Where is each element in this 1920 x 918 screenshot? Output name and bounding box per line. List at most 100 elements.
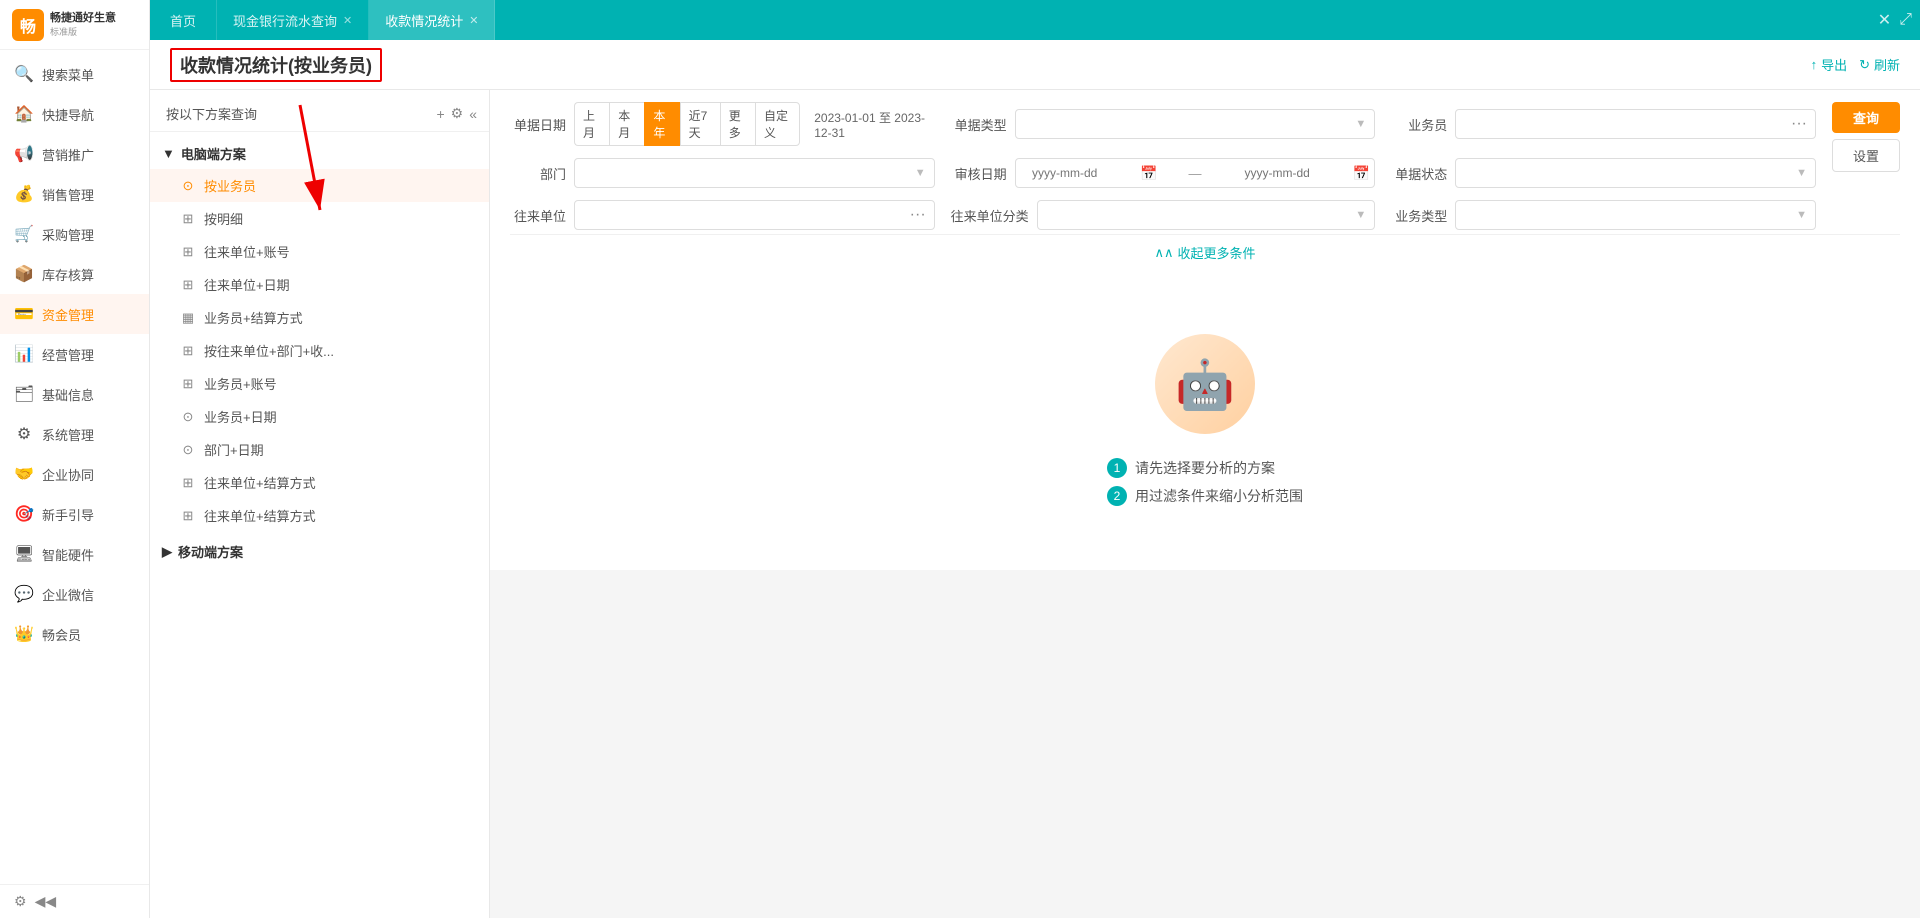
- scheme-item-label-0-8: 部门+日期: [204, 440, 264, 459]
- tab-close-1[interactable]: ✕: [343, 14, 352, 27]
- partner-category-select[interactable]: ▼: [1037, 200, 1376, 230]
- sidebar-item-4[interactable]: 🛒采购管理: [0, 214, 149, 254]
- tab-close-2[interactable]: ✕: [469, 14, 478, 27]
- sidebar-item-12[interactable]: 🖥智能硬件: [0, 534, 149, 574]
- nav-icon-0: 🔍: [14, 64, 34, 84]
- sidebar-item-2[interactable]: 📢营销推广: [0, 134, 149, 174]
- group-arrow-0: ▼: [162, 146, 175, 161]
- add-scheme-button[interactable]: +: [436, 106, 444, 122]
- nav-icon-12: 🖥: [14, 544, 34, 564]
- logo-area: 畅 畅捷通好生意 标准版: [0, 0, 149, 50]
- scheme-group-1: ▶移动端方案: [150, 534, 489, 569]
- group-arrow-1: ▶: [162, 544, 172, 560]
- refresh-button[interactable]: ↻ 刷新: [1859, 55, 1900, 74]
- date-tab-自定义[interactable]: 自定义: [755, 102, 800, 146]
- salesperson-select[interactable]: ···: [1455, 109, 1816, 139]
- audit-date-to[interactable]: [1232, 166, 1322, 180]
- biz-type-select[interactable]: ▼: [1455, 200, 1816, 230]
- scheme-item-label-0-3: 往来单位+日期: [204, 275, 290, 294]
- scheme-group-header-0[interactable]: ▼电脑端方案: [150, 138, 489, 169]
- scheme-item-0-8[interactable]: ⊙部门+日期: [150, 433, 489, 466]
- date-tab-本月[interactable]: 本月: [609, 102, 644, 146]
- scheme-item-0-2[interactable]: ⊞ 往来单位+账号: [150, 235, 489, 268]
- collapse-panel-button[interactable]: «: [469, 106, 477, 122]
- sidebar-item-7[interactable]: 📊经营管理: [0, 334, 149, 374]
- biz-type-filter-item: 业务类型 ▼: [1391, 200, 1816, 230]
- audit-date-from[interactable]: [1020, 166, 1110, 180]
- date-tab-上月[interactable]: 上月: [574, 102, 609, 146]
- scheme-item-icon-0-9: ⊞: [180, 475, 196, 491]
- scheme-item-icon-0-1: ⊞: [180, 211, 196, 227]
- sidebar-item-9[interactable]: ⚙系统管理: [0, 414, 149, 454]
- maximize-window-icon[interactable]: ⤢: [1899, 11, 1912, 29]
- export-icon: ↑: [1811, 57, 1818, 72]
- scheme-item-0-10[interactable]: ⊞往来单位+结算方式: [150, 499, 489, 532]
- sidebar-item-11[interactable]: 🎯新手引导: [0, 494, 149, 534]
- scheme-item-label-0-9: 往来单位+结算方式: [204, 473, 316, 492]
- scheme-item-label-0-1: 按明细: [204, 209, 243, 228]
- settings-bottom-icon[interactable]: ⚙: [14, 893, 27, 910]
- filter-fields: 单据日期 上月本月本年近7天更多自定义 2023-01-01 至 2023-12…: [510, 102, 1816, 230]
- query-button[interactable]: 查询: [1832, 102, 1900, 133]
- scheme-item-icon-0-2: ⊞: [180, 244, 196, 260]
- nav-label-11: 新手引导: [42, 505, 94, 524]
- export-button[interactable]: ↑ 导出: [1811, 55, 1848, 74]
- doc-type-select[interactable]: ▼: [1015, 109, 1376, 139]
- doc-status-arrow: ▼: [1796, 167, 1807, 179]
- scheme-item-0-3[interactable]: ⊞往来单位+日期: [150, 268, 489, 301]
- sidebar-item-10[interactable]: 🤝企业协同: [0, 454, 149, 494]
- close-window-icon[interactable]: ✕: [1878, 10, 1891, 30]
- date-tab-更多[interactable]: 更多: [720, 102, 755, 146]
- sidebar-item-8[interactable]: 🗂基础信息: [0, 374, 149, 414]
- sidebar-item-6[interactable]: 💳资金管理: [0, 294, 149, 334]
- dept-filter-item: 部门 ▼: [510, 158, 935, 188]
- date-tab-本年[interactable]: 本年: [644, 102, 679, 146]
- scheme-item-0-6[interactable]: ⊞业务员+账号: [150, 367, 489, 400]
- filter-settings-button[interactable]: 设置: [1832, 139, 1900, 172]
- nav-label-2: 营销推广: [42, 145, 94, 164]
- filter-section: 单据日期 上月本月本年近7天更多自定义 2023-01-01 至 2023-12…: [490, 90, 1920, 270]
- audit-date-to-icon[interactable]: 📅: [1353, 165, 1370, 182]
- sidebar-item-3[interactable]: 💰销售管理: [0, 174, 149, 214]
- partner-ellipsis[interactable]: ···: [910, 206, 926, 224]
- scheme-item-0-9[interactable]: ⊞ 往来单位+结算方式: [150, 466, 489, 499]
- filter-main-row: 单据日期 上月本月本年近7天更多自定义 2023-01-01 至 2023-12…: [510, 102, 1900, 230]
- scheme-group-header-1[interactable]: ▶移动端方案: [150, 536, 489, 567]
- biz-type-arrow: ▼: [1796, 209, 1807, 221]
- tab-0[interactable]: 首页: [150, 0, 217, 40]
- partner-select[interactable]: ···: [574, 200, 935, 230]
- page-header-right: ↑ 导出 ↻ 刷新: [1811, 55, 1900, 74]
- sidebar-item-14[interactable]: 👑畅会员: [0, 614, 149, 654]
- scheme-item-0-1[interactable]: ⊞ 按明细: [150, 202, 489, 235]
- collapse-sidebar-icon[interactable]: ◀◀: [35, 893, 57, 910]
- sidebar-item-13[interactable]: 💬企业微信: [0, 574, 149, 614]
- nav-label-0: 搜索菜单: [42, 65, 94, 84]
- dept-select[interactable]: ▼: [574, 158, 935, 188]
- sidebar-item-5[interactable]: 📦库存核算: [0, 254, 149, 294]
- scheme-settings-button[interactable]: ⚙: [451, 105, 464, 122]
- scheme-item-0-7[interactable]: ⊙业务员+日期: [150, 400, 489, 433]
- tab-1[interactable]: 现金银行流水查询✕: [217, 0, 369, 40]
- empty-icon: 🤖: [1155, 334, 1255, 434]
- scheme-item-0-4[interactable]: ▦业务员+结算方式: [150, 301, 489, 334]
- partner-category-filter-item: 往来单位分类 ▼: [951, 200, 1376, 230]
- sidebar-item-1[interactable]: 🏠快捷导航: [0, 94, 149, 134]
- audit-date-from-icon[interactable]: 📅: [1140, 165, 1157, 182]
- scheme-item-label-0-4: 业务员+结算方式: [204, 308, 303, 327]
- scheme-item-0-5[interactable]: ⊞按往来单位+部门+收...: [150, 334, 489, 367]
- tab-2[interactable]: 收款情况统计✕: [369, 0, 495, 40]
- doc-status-select[interactable]: ▼: [1455, 158, 1816, 188]
- filter-row-3: 往来单位 ··· 往来单位分类 ▼: [510, 200, 1816, 230]
- salesperson-ellipsis[interactable]: ···: [1791, 115, 1807, 133]
- main-area: 首页现金银行流水查询✕收款情况统计✕ ✕ ⤢ 收款情况统计(按业务员) ↑ 导出…: [150, 0, 1920, 918]
- scheme-item-0-0[interactable]: ⊙按业务员: [150, 169, 489, 202]
- filter-row-1: 单据日期 上月本月本年近7天更多自定义 2023-01-01 至 2023-12…: [510, 102, 1816, 146]
- scheme-item-label-0-2: 往来单位+账号: [204, 242, 290, 261]
- collapse-icon: ∧∧: [1154, 245, 1173, 261]
- audit-date-range[interactable]: 📅 — 📅: [1015, 158, 1376, 188]
- date-tab-近7天[interactable]: 近7天: [680, 102, 720, 146]
- nav-label-3: 销售管理: [42, 185, 94, 204]
- sidebar-item-0[interactable]: 🔍 搜索菜单: [0, 54, 149, 94]
- collapse-bar[interactable]: ∧∧ 收起更多条件: [510, 234, 1900, 270]
- sidebar: 畅 畅捷通好生意 标准版 🔍 搜索菜单 🏠快捷导航📢营销推广💰销售管理🛒采购管理📦库…: [0, 0, 150, 918]
